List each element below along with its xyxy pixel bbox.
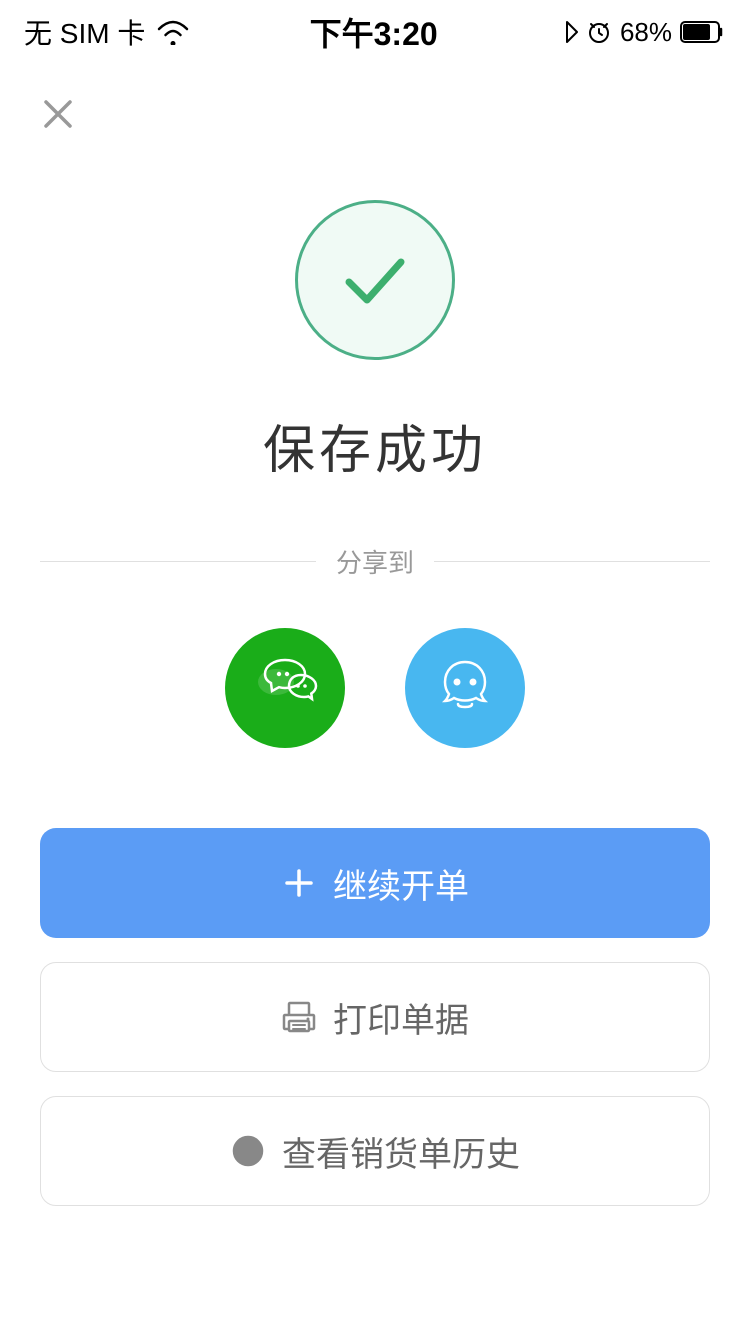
print-label: 打印单据 xyxy=(333,993,469,1042)
wechat-icon xyxy=(251,654,319,722)
wifi-icon xyxy=(155,19,191,45)
main-content: 保存成功 分享到 xyxy=(0,140,750,1334)
continue-label: 继续开单 xyxy=(333,859,469,908)
success-circle xyxy=(295,200,455,360)
share-wechat-button[interactable] xyxy=(225,628,345,748)
status-bar: 无 SIM 卡 下午3:20 68% xyxy=(0,0,750,64)
share-divider: 分享到 xyxy=(40,543,710,580)
status-left: 无 SIM 卡 xyxy=(24,12,191,52)
divider-line-left xyxy=(40,561,316,562)
status-time: 下午3:20 xyxy=(310,9,438,55)
battery-text: 68% xyxy=(620,17,672,48)
printer-icon xyxy=(281,999,317,1035)
location-icon xyxy=(556,21,578,43)
print-button[interactable]: 打印单据 xyxy=(40,962,710,1072)
share-icons-row xyxy=(225,628,525,748)
close-button[interactable] xyxy=(32,88,84,140)
success-title: 保存成功 xyxy=(263,408,487,483)
share-qq-button[interactable] xyxy=(405,628,525,748)
share-label: 分享到 xyxy=(336,543,414,580)
alarm-icon xyxy=(586,19,612,45)
checkmark-icon xyxy=(335,240,415,320)
divider-line-right xyxy=(434,561,710,562)
plus-icon xyxy=(281,865,317,901)
history-button[interactable]: 查看销货单历史 xyxy=(40,1096,710,1206)
actions-wrap: 继续开单 打印单据 查看销货单历史 xyxy=(40,828,710,1206)
continue-button[interactable]: 继续开单 xyxy=(40,828,710,938)
clock-icon xyxy=(230,1133,266,1169)
history-label: 查看销货单历史 xyxy=(282,1127,520,1176)
battery-icon xyxy=(680,20,726,44)
status-right: 68% xyxy=(556,17,726,48)
qq-icon xyxy=(431,654,499,722)
no-sim-text: 无 SIM 卡 xyxy=(24,12,145,52)
